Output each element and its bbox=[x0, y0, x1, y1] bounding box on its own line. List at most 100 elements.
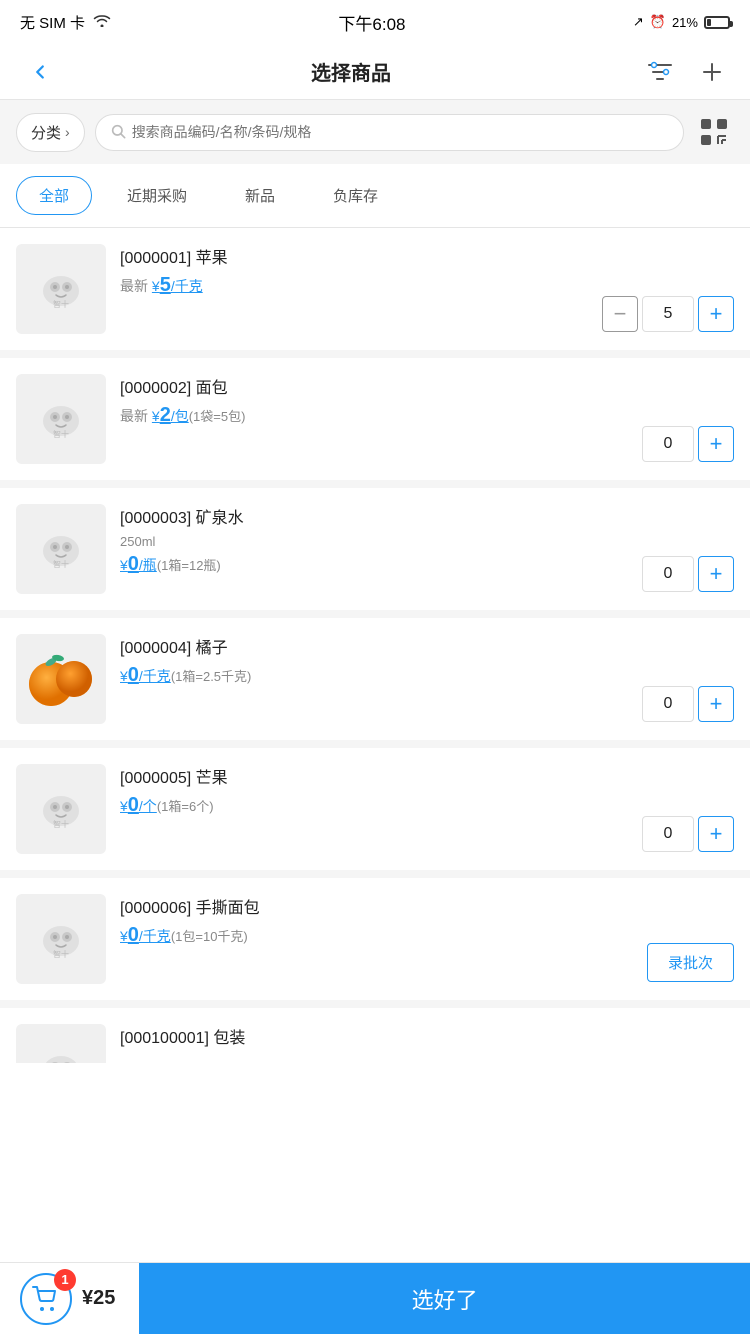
confirm-button[interactable]: 选好了 bbox=[139, 1263, 750, 1334]
product-name: [0000006] 手撕面包 bbox=[120, 894, 633, 918]
table-row: 智十 [0000002] 面包 最新 ¥2/包(1袋=5包) + bbox=[0, 358, 750, 480]
price-number: 0 bbox=[128, 924, 139, 946]
price-unit: /千克 bbox=[139, 668, 171, 684]
svg-text:智十: 智十 bbox=[53, 559, 69, 569]
filter-bar: 分类 › bbox=[0, 100, 750, 164]
category-label: 分类 bbox=[31, 122, 61, 143]
tab-bar: 全部 近期采购 新品 负库存 bbox=[0, 164, 750, 228]
price-yen: ¥ bbox=[152, 278, 160, 294]
tab-negative[interactable]: 负库存 bbox=[310, 176, 401, 215]
product-image: 智十 bbox=[16, 764, 106, 854]
table-row: 智十 [0000001] 苹果 最新 ¥5/千克 − + bbox=[0, 228, 750, 350]
quantity-input[interactable] bbox=[642, 686, 694, 722]
carrier-label: 无 SIM 卡 bbox=[20, 12, 85, 33]
quantity-input[interactable] bbox=[642, 816, 694, 852]
price-yen: ¥ bbox=[120, 557, 128, 573]
search-icon bbox=[110, 123, 126, 142]
product-name: [0000005] 芒果 bbox=[120, 764, 628, 788]
placeholder-image: 智十 bbox=[36, 269, 86, 309]
quantity-input[interactable] bbox=[642, 426, 694, 462]
cart-button[interactable]: 1 bbox=[20, 1273, 72, 1325]
nav-actions bbox=[642, 54, 730, 90]
placeholder-image: 智十 bbox=[36, 1049, 86, 1063]
price-unit: /千克 bbox=[171, 278, 203, 294]
price-unit: /瓶 bbox=[139, 557, 157, 573]
price-unit: /包 bbox=[171, 408, 189, 424]
placeholder-image: 智十 bbox=[36, 919, 86, 959]
price-extra: (1袋=5包) bbox=[189, 409, 246, 424]
quantity-controls: + bbox=[642, 426, 734, 462]
product-info: [0000001] 苹果 最新 ¥5/千克 bbox=[120, 244, 588, 297]
price-number: 5 bbox=[160, 274, 171, 296]
product-info: [0000005] 芒果 ¥0/个(1箱=6个) bbox=[120, 764, 628, 817]
price-extra: (1箱=2.5千克) bbox=[171, 669, 252, 684]
price-unit: /千克 bbox=[139, 928, 171, 944]
scan-button[interactable] bbox=[694, 112, 734, 152]
quantity-controls: + bbox=[642, 556, 734, 592]
table-row: 智十 [0000006] 手撕面包 ¥0/千克(1包=10千克) 录批次 bbox=[0, 878, 750, 1000]
batch-button[interactable]: 录批次 bbox=[647, 943, 734, 982]
status-right: ↗ ⏰ 21% bbox=[633, 14, 730, 30]
quantity-controls: − + bbox=[602, 296, 734, 332]
search-input[interactable] bbox=[132, 124, 669, 140]
increase-button[interactable]: + bbox=[698, 426, 734, 462]
product-image: 智十 bbox=[16, 1024, 106, 1063]
product-info: [0000004] 橘子 ¥0/千克(1箱=2.5千克) bbox=[120, 634, 628, 687]
page-title: 选择商品 bbox=[311, 57, 391, 86]
filter-button[interactable] bbox=[642, 54, 678, 90]
product-image bbox=[16, 634, 106, 724]
status-left: 无 SIM 卡 bbox=[20, 12, 111, 33]
svg-text:智十: 智十 bbox=[53, 299, 69, 309]
product-name: [0000003] 矿泉水 bbox=[120, 504, 628, 528]
placeholder-image: 智十 bbox=[36, 789, 86, 829]
product-list: 智十 [0000001] 苹果 最新 ¥5/千克 − + bbox=[0, 228, 750, 1063]
decrease-button[interactable]: − bbox=[602, 296, 638, 332]
cart-section: 1 ¥25 bbox=[0, 1273, 139, 1325]
wifi-icon bbox=[93, 13, 111, 31]
table-row: 智十 [0000003] 矿泉水 250ml ¥0/瓶(1箱=12瓶) + bbox=[0, 488, 750, 610]
increase-button[interactable]: + bbox=[698, 686, 734, 722]
product-info: [000100001] 包装 bbox=[120, 1024, 734, 1054]
product-image: 智十 bbox=[16, 374, 106, 464]
svg-text:智十: 智十 bbox=[53, 429, 69, 439]
search-box[interactable] bbox=[95, 114, 684, 151]
chevron-right-icon: › bbox=[65, 124, 70, 140]
tab-all[interactable]: 全部 bbox=[16, 176, 92, 215]
product-image: 智十 bbox=[16, 894, 106, 984]
table-row: 智十 [0000005] 芒果 ¥0/个(1箱=6个) + bbox=[0, 748, 750, 870]
product-name: [0000001] 苹果 bbox=[120, 244, 588, 268]
price-number: 0 bbox=[128, 664, 139, 686]
product-spec: 250ml bbox=[120, 534, 628, 549]
table-row: 智十 [000100001] 包装 bbox=[0, 1008, 750, 1063]
increase-button[interactable]: + bbox=[698, 556, 734, 592]
quantity-controls: 录批次 bbox=[647, 943, 734, 982]
quantity-input[interactable] bbox=[642, 296, 694, 332]
product-price: 最新 ¥2/包(1袋=5包) bbox=[120, 404, 628, 427]
status-time: 下午6:08 bbox=[338, 10, 405, 35]
placeholder-image: 智十 bbox=[36, 399, 86, 439]
status-bar: 无 SIM 卡 下午6:08 ↗ ⏰ 21% bbox=[0, 0, 750, 44]
price-extra: (1箱=6个) bbox=[157, 799, 214, 814]
location-icon: ↗ bbox=[633, 14, 644, 30]
product-image: 智十 bbox=[16, 244, 106, 334]
product-info: [0000003] 矿泉水 250ml ¥0/瓶(1箱=12瓶) bbox=[120, 504, 628, 576]
category-button[interactable]: 分类 › bbox=[16, 113, 85, 152]
price-prefix: 最新 bbox=[120, 278, 148, 294]
product-name: [000100001] 包装 bbox=[120, 1024, 734, 1048]
add-button[interactable] bbox=[694, 54, 730, 90]
table-row: [0000004] 橘子 ¥0/千克(1箱=2.5千克) + bbox=[0, 618, 750, 740]
price-yen: ¥ bbox=[152, 408, 160, 424]
cart-total: ¥25 bbox=[82, 1287, 115, 1310]
product-price: ¥0/千克(1包=10千克) bbox=[120, 924, 633, 947]
price-yen: ¥ bbox=[120, 928, 128, 944]
tab-recent[interactable]: 近期采购 bbox=[104, 176, 210, 215]
increase-button[interactable]: + bbox=[698, 816, 734, 852]
nav-bar: 选择商品 bbox=[0, 44, 750, 100]
svg-text:智十: 智十 bbox=[53, 949, 69, 959]
tab-new[interactable]: 新品 bbox=[222, 176, 298, 215]
increase-button[interactable]: + bbox=[698, 296, 734, 332]
back-button[interactable] bbox=[20, 52, 60, 92]
product-price: ¥0/瓶(1箱=12瓶) bbox=[120, 553, 628, 576]
svg-text:智十: 智十 bbox=[53, 819, 69, 829]
quantity-input[interactable] bbox=[642, 556, 694, 592]
